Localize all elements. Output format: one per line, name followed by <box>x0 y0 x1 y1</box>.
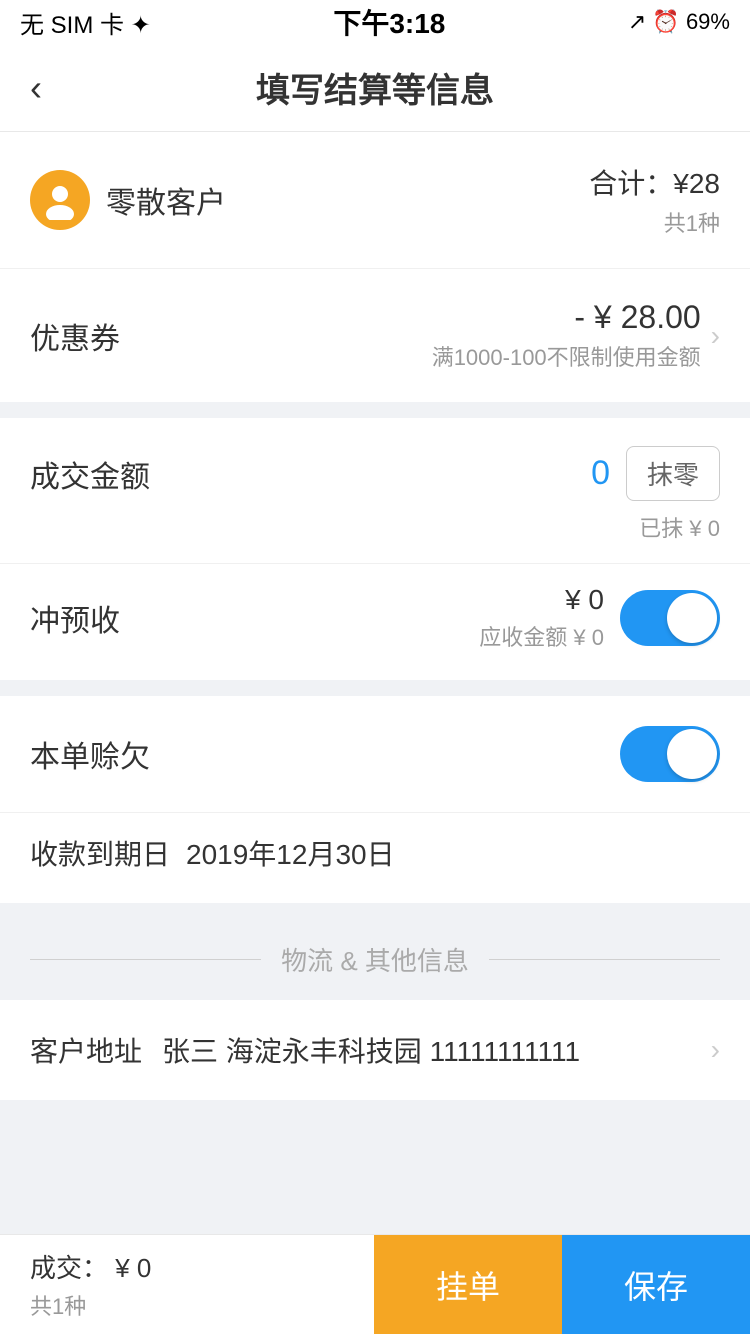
debt-toggle-knob <box>667 729 717 779</box>
prepay-sub: 应收金额 ¥ 0 <box>479 620 604 652</box>
divider-text: 物流 & 其他信息 <box>281 941 469 978</box>
coupon-label: 优惠券 <box>30 314 120 358</box>
debt-row: 本单赊欠 <box>0 696 750 812</box>
pending-button[interactable]: 挂单 <box>374 1235 562 1334</box>
coupon-right: - ¥ 28.00 满1000-100不限制使用金额 › <box>432 299 720 372</box>
bottom-info: 成交： ¥ 0 共1种 <box>0 1248 374 1321</box>
address-chevron-icon: › <box>711 1034 720 1066</box>
customer-name: 零散客户 <box>106 178 226 222</box>
status-bar: 无 SIM 卡 ✦ 下午3:18 ↗ ⏰ 69% <box>0 0 750 44</box>
due-date-value[interactable]: 2019年12月30日 <box>186 833 395 873</box>
total-amount: 合计：¥28 <box>589 162 720 202</box>
bottom-buttons: 挂单 保存 <box>374 1235 750 1334</box>
save-button[interactable]: 保存 <box>562 1235 750 1334</box>
prepay-label: 冲预收 <box>30 596 120 640</box>
coupon-row[interactable]: 优惠券 - ¥ 28.00 满1000-100不限制使用金额 › <box>0 268 750 402</box>
transaction-label: 成交金额 <box>30 452 150 496</box>
debt-toggle[interactable] <box>620 726 720 782</box>
logistics-divider: 物流 & 其他信息 <box>0 919 750 1000</box>
debt-section: 本单赊欠 收款到期日 2019年12月30日 <box>0 696 750 903</box>
due-date-label: 收款到期日 <box>30 833 170 873</box>
status-left: 无 SIM 卡 ✦ <box>20 5 151 40</box>
transaction-row: 成交金额 0 抹零 <box>0 418 750 511</box>
prepay-amount: ¥ 0 <box>479 584 604 616</box>
prepay-toggle[interactable] <box>620 590 720 646</box>
customer-row: 零散客户 合计：¥28 共1种 <box>0 132 750 268</box>
round-zero-button[interactable]: 抹零 <box>626 446 720 501</box>
address-row[interactable]: 客户地址 张三 海淀永丰科技园 11111111111 › <box>0 1000 750 1100</box>
coupon-desc: 满1000-100不限制使用金额 <box>432 340 701 372</box>
back-button[interactable]: ‹ <box>30 67 42 109</box>
customer-right: 合计：¥28 共1种 <box>589 162 720 238</box>
status-right: ↗ ⏰ 69% <box>628 9 730 35</box>
divider-line-right <box>489 959 720 960</box>
avatar <box>30 170 90 230</box>
due-date-row: 收款到期日 2019年12月30日 <box>0 812 750 903</box>
address-value: 张三 海淀永丰科技园 11111111111 <box>162 1030 711 1070</box>
prepay-right: ¥ 0 应收金额 ¥ 0 <box>479 584 720 652</box>
customer-coupon-section: 零散客户 合计：¥28 共1种 优惠券 - ¥ 28.00 满1000-100不… <box>0 132 750 402</box>
divider-line-left <box>30 959 261 960</box>
coupon-info: - ¥ 28.00 满1000-100不限制使用金额 <box>432 299 701 372</box>
transaction-sub: 已抹 ¥ 0 <box>0 511 750 563</box>
bottom-deal-amount: 成交： ¥ 0 <box>30 1248 344 1285</box>
content-area: 零散客户 合计：¥28 共1种 优惠券 - ¥ 28.00 满1000-100不… <box>0 132 750 1220</box>
avatar-icon <box>40 180 80 220</box>
bottom-bar: 成交： ¥ 0 共1种 挂单 保存 <box>0 1234 750 1334</box>
nav-bar: ‹ 填写结算等信息 <box>0 44 750 132</box>
bottom-deal-count: 共1种 <box>30 1289 344 1321</box>
coupon-discount: - ¥ 28.00 <box>432 299 701 336</box>
transaction-amount[interactable]: 0 <box>570 454 610 493</box>
transaction-right: 0 抹零 <box>570 446 720 501</box>
signal-text: 无 SIM 卡 ✦ <box>20 5 151 40</box>
address-section: 客户地址 张三 海淀永丰科技园 11111111111 › <box>0 1000 750 1100</box>
debt-label: 本单赊欠 <box>30 732 150 776</box>
page-title: 填写结算等信息 <box>256 63 494 112</box>
transaction-section: 成交金额 0 抹零 已抹 ¥ 0 冲预收 ¥ 0 应收金额 ¥ 0 <box>0 418 750 680</box>
chevron-right-icon: › <box>711 320 720 352</box>
address-label: 客户地址 <box>30 1030 142 1070</box>
customer-left: 零散客户 <box>30 170 226 230</box>
toggle-knob <box>667 593 717 643</box>
battery-text: ↗ ⏰ 69% <box>628 9 730 35</box>
total-count: 共1种 <box>589 206 720 238</box>
prepay-row: 冲预收 ¥ 0 应收金额 ¥ 0 <box>0 563 750 680</box>
prepay-info: ¥ 0 应收金额 ¥ 0 <box>479 584 604 652</box>
status-time: 下午3:18 <box>333 2 445 42</box>
address-right: › <box>711 1034 720 1066</box>
